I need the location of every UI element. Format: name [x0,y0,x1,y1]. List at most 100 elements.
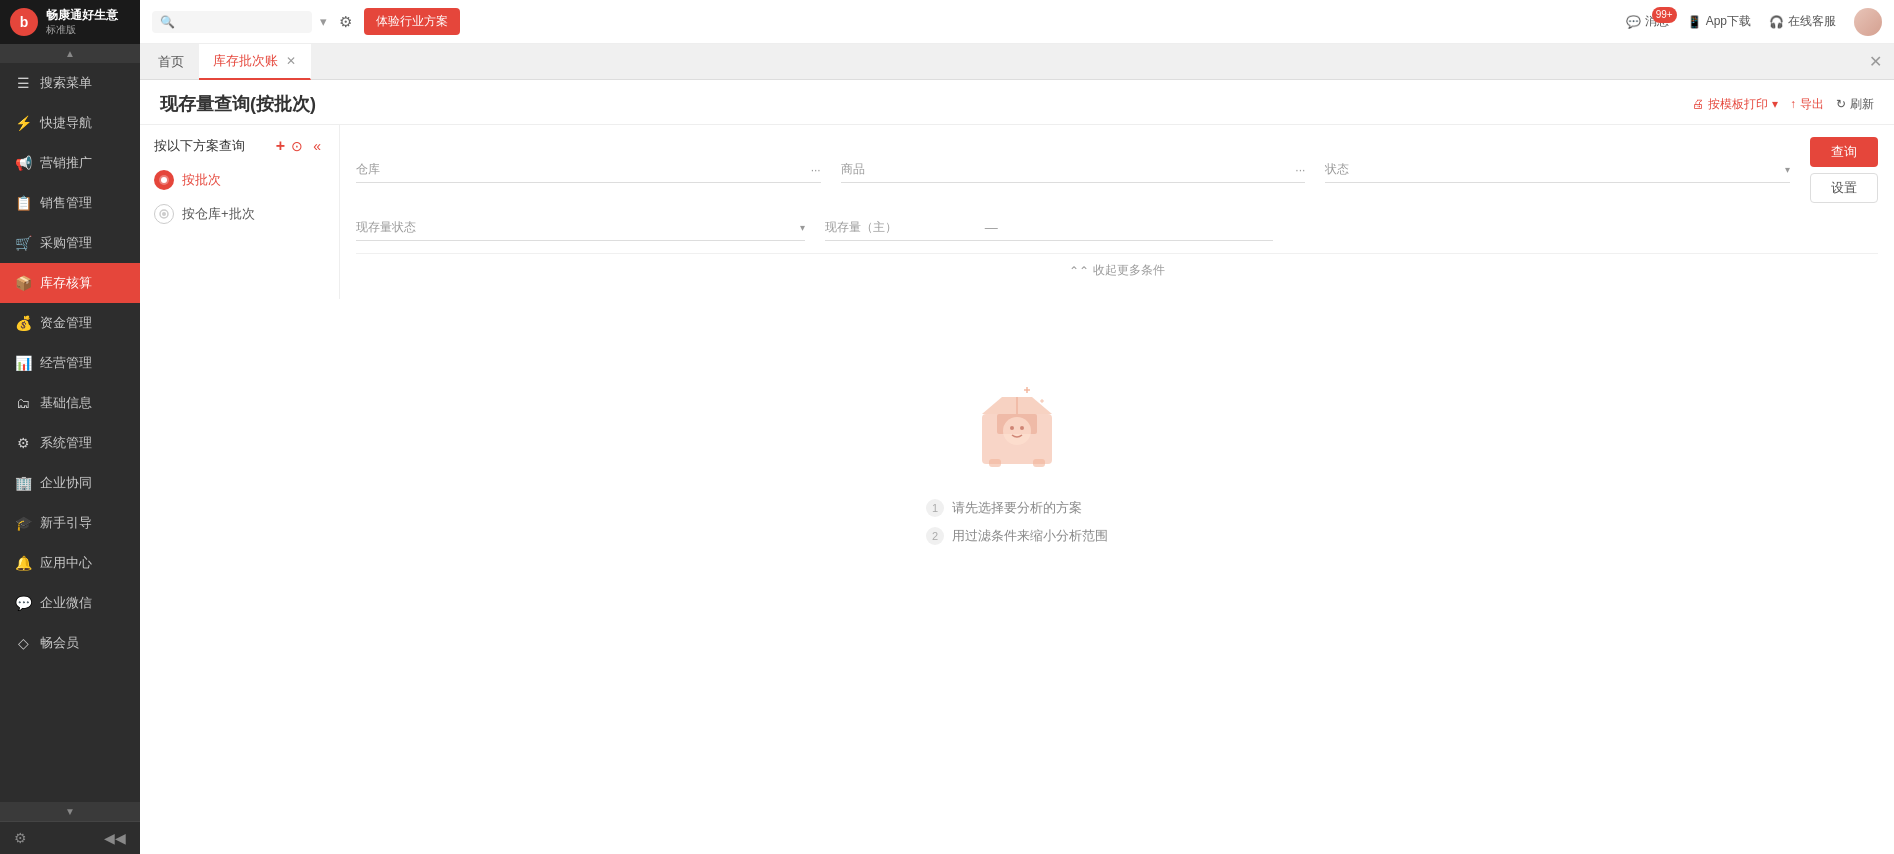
sidebar-scroll-up[interactable]: ▲ [0,44,140,63]
print-chevron-icon: ▾ [1772,97,1778,111]
tab-home[interactable]: 首页 [144,44,199,80]
topbar-right: 💬 消息 99+ 📱 App下载 🎧 在线客服 [1626,8,1882,36]
svg-point-1 [161,177,167,183]
export-button[interactable]: ↑ 导出 [1790,96,1824,113]
topbar: 🔍 ▾ ⚙ 体验行业方案 💬 消息 99+ 📱 App下载 🎧 在线客服 [140,0,1894,44]
inventory-status-select[interactable] [422,220,794,235]
sidebar-item-basic-info[interactable]: 🗂 基础信息 [0,383,140,423]
tab-inventory-batch[interactable]: 库存批次账 ✕ [199,44,311,80]
product-input-group: 商品 ··· [841,157,1306,183]
status-select-group: 状态 ▾ [1325,157,1790,183]
sidebar-bottom: ⚙ ◀◀ [0,821,140,854]
sidebar-header: b 畅康通好生意 标准版 [0,0,140,44]
warehouse-input[interactable] [386,162,805,177]
inventory-qty-field: 现存量（主） — [825,215,1274,241]
sidebar-item-finance[interactable]: 💰 资金管理 [0,303,140,343]
inventory-qty-min-input[interactable] [901,220,981,235]
step-2-badge: 2 [926,527,944,545]
online-service-button[interactable]: 🎧 在线客服 [1769,13,1836,30]
basic-info-icon: 🗂 [14,394,32,412]
export-icon: ↑ [1790,97,1796,111]
inventory-status-group: 现存量状态 ▾ [356,215,805,241]
marketing-icon: 📢 [14,154,32,172]
sidebar-item-marketing[interactable]: 📢 营销推广 [0,143,140,183]
collapse-more-btn[interactable]: ⌃⌃ 收起更多条件 [356,253,1878,287]
sidebar-item-weixin[interactable]: 💬 企业微信 [0,583,140,623]
product-input[interactable] [871,162,1290,177]
inventory-qty-max-input[interactable] [1002,220,1082,235]
scheme-settings-icon[interactable]: ⊙ [291,138,303,154]
sidebar-item-enterprise[interactable]: 🏢 企业协同 [0,463,140,503]
sidebar-nav: ☰ 搜索菜单 ⚡ 快捷导航 📢 营销推广 📋 销售管理 🛒 采购管理 📦 库存核… [0,63,140,802]
sidebar-item-member[interactable]: ◇ 畅会员 [0,623,140,663]
template-print-button[interactable]: 🖨 按模板打印 ▾ [1692,96,1778,113]
sidebar-item-sales[interactable]: 📋 销售管理 [0,183,140,223]
page-content: 现存量查询(按批次) 🖨 按模板打印 ▾ ↑ 导出 ↻ 刷新 [140,80,1894,854]
search-icon: 🔍 [160,15,175,29]
topbar-search-box[interactable]: 🔍 [152,11,312,33]
trial-button[interactable]: 体验行业方案 [364,8,460,35]
product-more-btn[interactable]: ··· [1295,163,1305,177]
scheme-outline-icon [154,204,174,224]
filter-sidebar: 按以下方案查询 + ⊙ « 按批次 [140,125,340,299]
collapse-sidebar-icon[interactable]: ◀◀ [104,830,126,846]
sidebar-scroll-down[interactable]: ▼ [0,802,140,821]
settings-icon[interactable]: ⚙ [14,830,27,846]
status-select[interactable] [1355,162,1779,177]
warehouse-field: 仓库 ··· [356,157,821,183]
empty-hint-1: 1 请先选择要分析的方案 [926,499,1108,517]
empty-illustration [957,359,1077,479]
scheme-item-batch[interactable]: 按批次 [140,163,339,197]
svg-point-9 [1020,426,1024,430]
tabs-close-all-icon[interactable]: ✕ [1861,52,1890,71]
app-logo: b [10,8,38,36]
settings-button[interactable]: 设置 [1810,173,1878,203]
app-download-button[interactable]: 📱 App下载 [1687,13,1751,30]
system-icon: ⚙ [14,434,32,452]
topbar-gear-icon[interactable]: ⚙ [339,13,352,31]
finance-icon: 💰 [14,314,32,332]
status-label: 状态 [1325,161,1349,178]
product-field: 商品 ··· [841,157,1306,183]
svg-rect-11 [1033,459,1045,467]
enterprise-icon: 🏢 [14,474,32,492]
query-button[interactable]: 查询 [1810,137,1878,167]
sidebar-item-shortcut[interactable]: ⚡ 快捷导航 [0,103,140,143]
collapse-sidebar-btn[interactable]: « [309,138,325,154]
search-input[interactable] [179,15,304,29]
collapse-up-icon: ⌃⌃ [1069,264,1089,278]
page-header: 现存量查询(按批次) 🖨 按模板打印 ▾ ↑ 导出 ↻ 刷新 [140,80,1894,125]
refresh-icon: ↻ [1836,97,1846,111]
filter-form: 仓库 ··· 商品 ··· [340,125,1894,299]
warehouse-more-btn[interactable]: ··· [811,163,821,177]
purchase-icon: 🛒 [14,234,32,252]
app-title: 畅康通好生意 标准版 [46,8,118,37]
add-scheme-icon[interactable]: + [276,137,285,155]
search-chevron-icon[interactable]: ▾ [320,14,327,29]
tab-close-icon[interactable]: ✕ [286,54,296,68]
messages-button[interactable]: 💬 消息 99+ [1626,13,1669,30]
sidebar-item-inventory[interactable]: 📦 库存核算 [0,263,140,303]
sidebar-item-app-center[interactable]: 🔔 应用中心 [0,543,140,583]
inventory-icon: 📦 [14,274,32,292]
refresh-button[interactable]: ↻ 刷新 [1836,96,1874,113]
sidebar-item-newbie[interactable]: 🎓 新手引导 [0,503,140,543]
status-field: 状态 ▾ [1325,157,1790,183]
sidebar-item-system[interactable]: ⚙ 系统管理 [0,423,140,463]
filter-row-2: 现存量状态 ▾ 现存量（主） — [356,215,1878,241]
sidebar-item-purchase[interactable]: 🛒 采购管理 [0,223,140,263]
member-icon: ◇ [14,634,32,652]
scheme-item-warehouse-batch[interactable]: 按仓库+批次 [140,197,339,231]
weixin-icon: 💬 [14,594,32,612]
sidebar-item-operations[interactable]: 📊 经营管理 [0,343,140,383]
print-icon: 🖨 [1692,97,1704,111]
step-1-badge: 1 [926,499,944,517]
sidebar-item-search[interactable]: ☰ 搜索菜单 [0,63,140,103]
warehouse-label: 仓库 [356,161,380,178]
product-label: 商品 [841,161,865,178]
user-avatar[interactable] [1854,8,1882,36]
filter-row-1: 仓库 ··· 商品 ··· [356,137,1878,203]
newbie-icon: 🎓 [14,514,32,532]
svg-rect-10 [989,459,1001,467]
svg-point-8 [1010,426,1014,430]
